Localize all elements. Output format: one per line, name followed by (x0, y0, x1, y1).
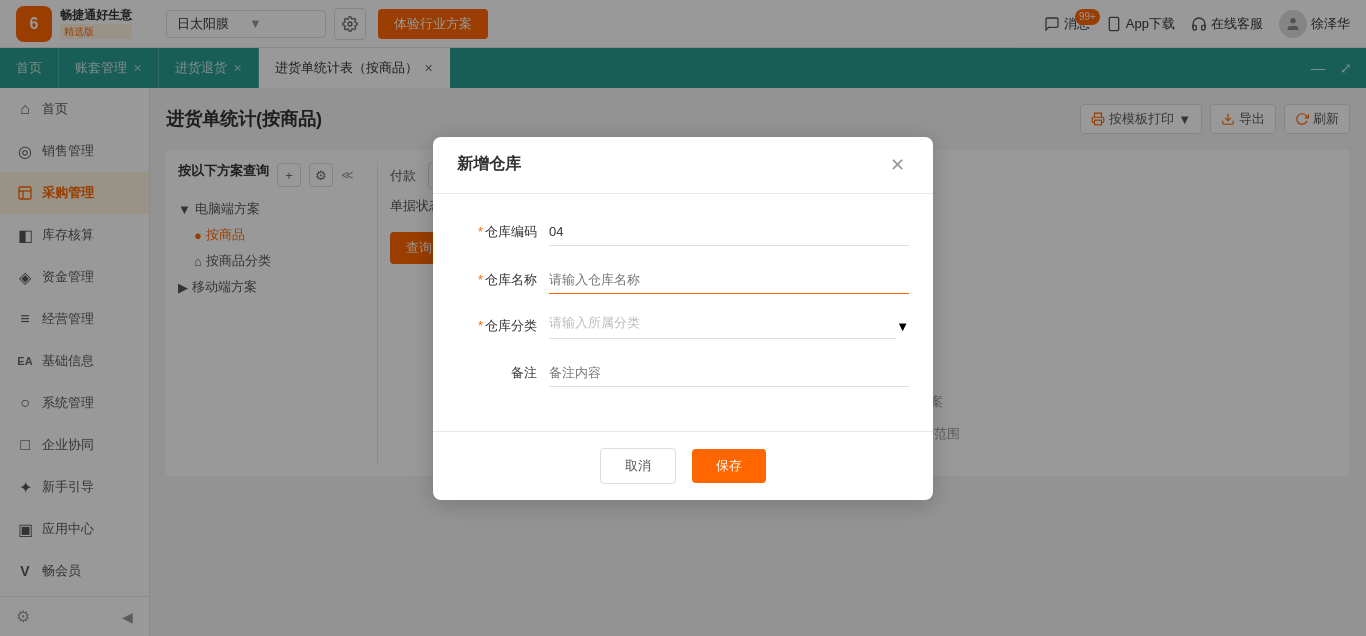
modal-footer: 取消 保存 (433, 431, 933, 500)
code-label: 仓库编码 (457, 223, 537, 241)
save-button[interactable]: 保存 (692, 449, 766, 483)
name-label: 仓库名称 (457, 271, 537, 289)
category-select[interactable]: 请输入所属分类 ▼ (549, 314, 909, 339)
name-input[interactable] (549, 266, 909, 294)
modal-body: 仓库编码 仓库名称 仓库分类 请输入所属分类 ▼ 备注 (433, 194, 933, 431)
remark-label: 备注 (457, 364, 537, 382)
cancel-button[interactable]: 取消 (600, 448, 676, 484)
form-row-name: 仓库名称 (457, 266, 909, 294)
modal-title: 新增仓库 (457, 154, 521, 175)
category-select-arrow-icon: ▼ (896, 319, 909, 334)
category-placeholder: 请输入所属分类 (549, 314, 896, 339)
category-label: 仓库分类 (457, 317, 537, 335)
form-row-code: 仓库编码 (457, 218, 909, 246)
code-input[interactable] (549, 218, 909, 246)
remark-input[interactable] (549, 359, 909, 387)
form-row-remark: 备注 (457, 359, 909, 387)
modal-close-button[interactable]: ✕ (885, 153, 909, 177)
modal-overlay[interactable]: 新增仓库 ✕ 仓库编码 仓库名称 仓库分类 请输入所属分类 ▼ (0, 0, 1366, 636)
modal-header: 新增仓库 ✕ (433, 137, 933, 194)
form-row-category: 仓库分类 请输入所属分类 ▼ (457, 314, 909, 339)
modal-add-warehouse: 新增仓库 ✕ 仓库编码 仓库名称 仓库分类 请输入所属分类 ▼ (433, 137, 933, 500)
